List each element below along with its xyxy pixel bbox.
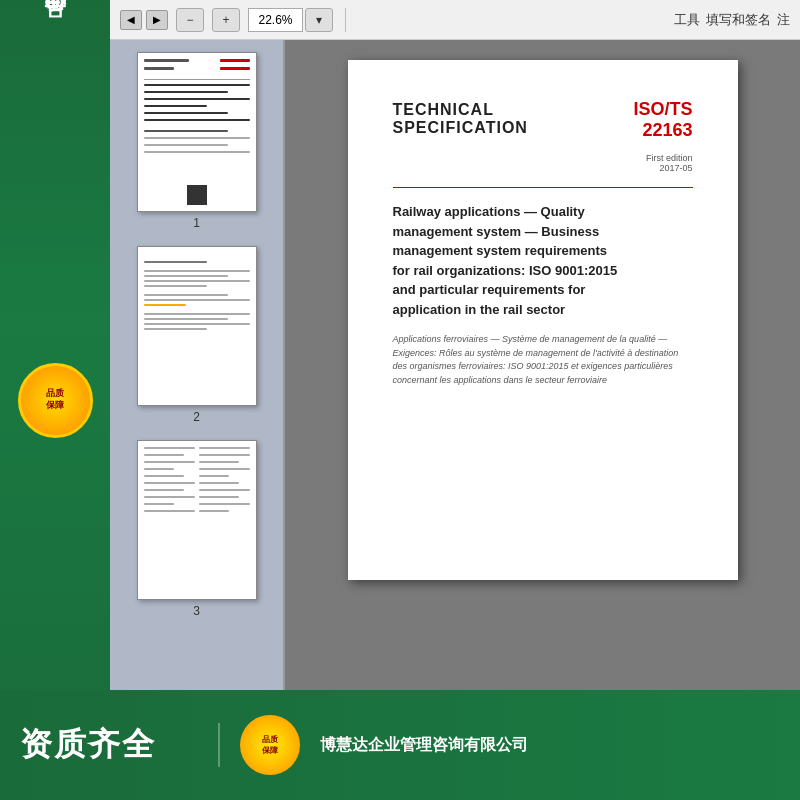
thumb-num-3: 3 [193,604,200,618]
page-title-block: TECHNICAL SPECIFICATION [393,100,528,137]
iso-num-label: 22163 [642,120,692,141]
nav-back-button[interactable]: ◀ [120,10,142,30]
thumbnail-2[interactable]: 2 [137,246,257,424]
zoom-box: ▾ [248,8,333,32]
specification-label: SPECIFICATION [393,119,528,137]
pdf-viewer[interactable]: TECHNICAL SPECIFICATION ISO/TS 22163 Fir… [285,40,800,800]
toolbar-separator [345,8,346,32]
page-iso-block: ISO/TS 22163 [633,100,692,141]
toolbar-right: 工具 填写和签名 注 [674,11,790,29]
thumbnail-panel[interactable]: 1 [110,40,285,800]
tools-label: 工具 [674,11,700,29]
page-divider [393,187,693,189]
page-subtitle: Applications ferroviaires — Système de m… [393,333,693,387]
thumb-page-1[interactable] [137,52,257,212]
toolbar: ◀ ▶ − + ▾ 工具 填写和签名 注 [110,0,800,40]
page-main-title: Railway applications — Quality managemen… [393,202,693,319]
banner-badge-text: 品质保障 [46,388,64,411]
left-banner: 品质保证 品质保障 资质齐全 [0,0,110,800]
thumb-page-2[interactable] [137,246,257,406]
zoom-dropdown-button[interactable]: ▾ [305,8,333,32]
register-label: 注 [777,11,790,29]
thumb-num-2: 2 [193,410,200,424]
bottom-company-text: 博慧达企业管理咨询有限公司 [320,734,528,756]
zoom-out-button[interactable]: − [176,8,204,32]
iso-ts-label: ISO/TS [633,100,692,120]
pdf-page: TECHNICAL SPECIFICATION ISO/TS 22163 Fir… [348,60,738,580]
thumbnail-3[interactable]: 3 [137,440,257,618]
zoom-input[interactable] [248,8,303,32]
technical-label: TECHNICAL [393,100,528,119]
bottom-logo-inner: 品质保障 [262,734,278,756]
content-row: 1 [110,40,800,800]
thumb-page-3[interactable] [137,440,257,600]
nav-arrows: ◀ ▶ [120,10,168,30]
thumbnail-1[interactable]: 1 [137,52,257,230]
page-edition: First edition2017-05 [393,153,693,173]
fill-sign-label: 填写和签名 [706,11,771,29]
main-area: ◀ ▶ − + ▾ 工具 填写和签名 注 [110,0,800,800]
bottom-right-area: 品质保障 博慧达企业管理咨询有限公司 [220,715,800,775]
bottom-banner: 资质齐全 品质保障 博慧达企业管理咨询有限公司 [0,690,800,800]
zoom-in-button[interactable]: + [212,8,240,32]
banner-badge: 品质保障 [18,363,93,438]
page-header-row: TECHNICAL SPECIFICATION ISO/TS 22163 [393,100,693,141]
nav-forward-button[interactable]: ▶ [146,10,168,30]
bottom-left-text: 资质齐全 [0,723,220,767]
banner-top-text: 品质保证 [40,20,70,36]
bottom-logo-circle: 品质保障 [240,715,300,775]
thumb-num-1: 1 [193,216,200,230]
